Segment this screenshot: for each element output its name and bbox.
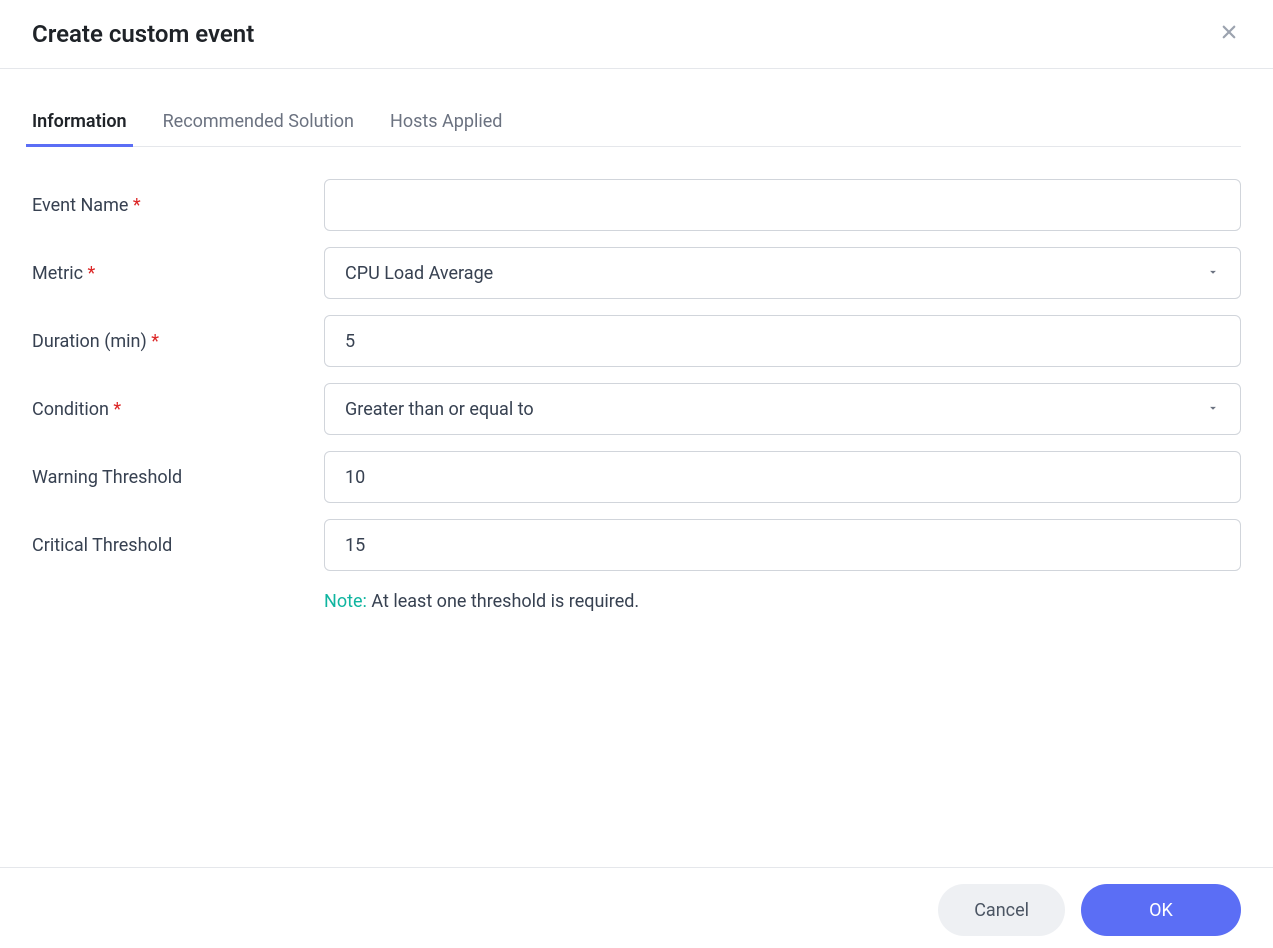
required-marker: * bbox=[151, 331, 159, 352]
required-marker: * bbox=[133, 195, 141, 216]
required-marker: * bbox=[88, 263, 96, 284]
condition-select[interactable]: Greater than or equal to bbox=[324, 383, 1241, 435]
label-text: Event Name bbox=[32, 195, 128, 216]
chevron-down-icon bbox=[1206, 399, 1220, 420]
warning-threshold-label: Warning Threshold bbox=[32, 467, 324, 488]
cancel-button[interactable]: Cancel bbox=[938, 884, 1065, 936]
critical-threshold-input[interactable] bbox=[324, 519, 1241, 571]
close-icon bbox=[1220, 22, 1238, 46]
tab-bar: Information Recommended Solution Hosts A… bbox=[32, 97, 1241, 147]
event-name-label: Event Name * bbox=[32, 195, 324, 216]
critical-threshold-label: Critical Threshold bbox=[32, 535, 324, 556]
label-text: Condition bbox=[32, 399, 109, 420]
required-marker: * bbox=[113, 399, 121, 420]
label-text: Warning Threshold bbox=[32, 467, 182, 488]
label-text: Metric bbox=[32, 263, 83, 284]
duration-input[interactable] bbox=[324, 315, 1241, 367]
select-value: Greater than or equal to bbox=[345, 399, 534, 420]
tab-information[interactable]: Information bbox=[32, 97, 127, 146]
condition-label: Condition * bbox=[32, 399, 324, 420]
select-value: CPU Load Average bbox=[345, 263, 493, 284]
dialog-title: Create custom event bbox=[32, 20, 254, 48]
note-prefix: Note: bbox=[324, 591, 367, 612]
threshold-note: Note: At least one threshold is required… bbox=[324, 591, 639, 612]
close-button[interactable] bbox=[1217, 22, 1241, 46]
tab-recommended-solution[interactable]: Recommended Solution bbox=[163, 97, 354, 146]
duration-label: Duration (min) * bbox=[32, 331, 324, 352]
chevron-down-icon bbox=[1206, 263, 1220, 284]
label-text: Duration (min) bbox=[32, 331, 147, 352]
tab-hosts-applied[interactable]: Hosts Applied bbox=[390, 97, 502, 146]
ok-button[interactable]: OK bbox=[1081, 884, 1241, 936]
metric-select[interactable]: CPU Load Average bbox=[324, 247, 1241, 299]
label-text: Critical Threshold bbox=[32, 535, 172, 556]
dialog-footer: Cancel OK bbox=[0, 867, 1273, 948]
warning-threshold-input[interactable] bbox=[324, 451, 1241, 503]
form-information: Event Name * Metric * CPU Load Average bbox=[32, 179, 1241, 612]
metric-label: Metric * bbox=[32, 263, 324, 284]
note-message: At least one threshold is required. bbox=[367, 591, 639, 612]
event-name-input[interactable] bbox=[324, 179, 1241, 231]
